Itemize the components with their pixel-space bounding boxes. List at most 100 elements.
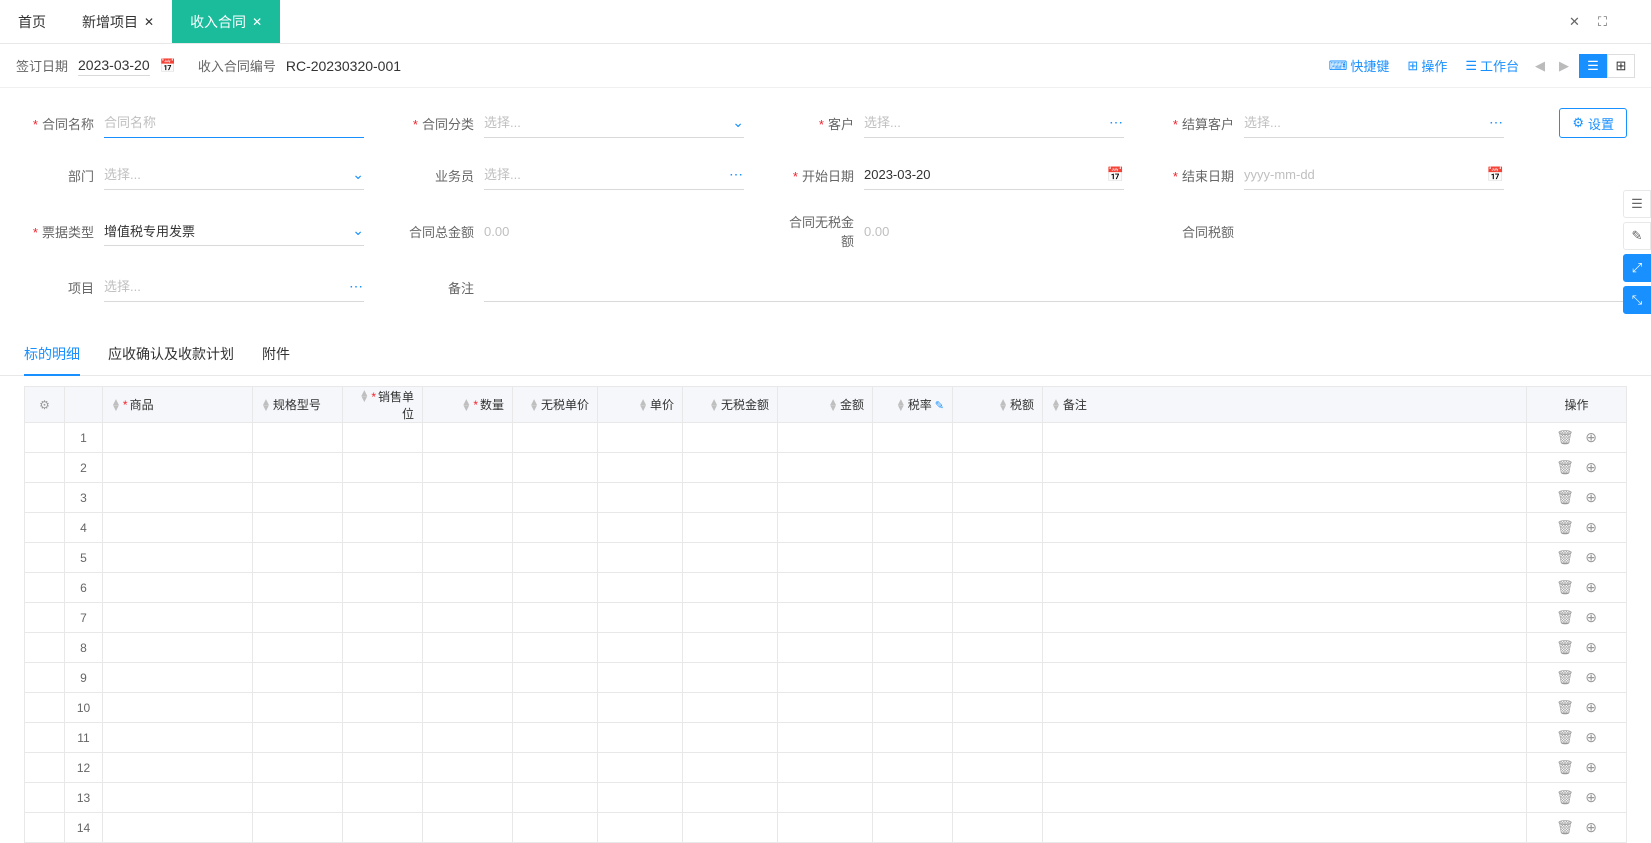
invoice-type-select[interactable]	[104, 223, 352, 238]
close-icon[interactable]: ✕	[252, 15, 262, 29]
col-amount-no-tax[interactable]: ▲▼无税金额	[683, 387, 778, 423]
add-row-icon[interactable]: ⊕	[1585, 609, 1597, 625]
workbench-link[interactable]: ☰工作台	[1459, 56, 1525, 75]
add-row-icon[interactable]: ⊕	[1585, 489, 1597, 505]
col-remark[interactable]: ▲▼备注	[1043, 387, 1527, 423]
sub-tab-details[interactable]: 标的明细	[24, 334, 80, 376]
delete-row-icon[interactable]: 🗑	[1556, 819, 1574, 835]
delete-row-icon[interactable]: 🗑	[1556, 729, 1574, 745]
close-icon[interactable]: ✕	[144, 15, 154, 29]
sort-icon[interactable]: ▲▼	[1051, 400, 1061, 412]
delete-row-icon[interactable]: 🗑	[1556, 489, 1574, 505]
close-all-icon[interactable]: ✕	[1565, 10, 1584, 34]
sort-icon[interactable]: ▲▼	[261, 400, 271, 412]
salesperson-select[interactable]	[484, 167, 729, 182]
end-date-input[interactable]	[1244, 167, 1487, 182]
table-row[interactable]: 11 🗑 ⊕	[25, 723, 1627, 753]
operation-link[interactable]: ⊞操作	[1401, 56, 1453, 75]
delete-row-icon[interactable]: 🗑	[1556, 519, 1574, 535]
sort-icon[interactable]: ▲▼	[529, 400, 539, 412]
chevron-down-icon[interactable]: ⌄	[352, 166, 364, 183]
sort-icon[interactable]: ▲▼	[359, 391, 369, 403]
shortcut-link[interactable]: ⌨快捷键	[1323, 56, 1396, 75]
tab-income-contract[interactable]: 收入合同✕	[172, 0, 280, 43]
more-icon[interactable]: ⋯	[729, 166, 744, 183]
tab-new-project[interactable]: 新增项目✕	[64, 0, 172, 43]
side-btn-3[interactable]: ⤢	[1623, 254, 1651, 282]
view-card-button[interactable]: ⊞	[1607, 54, 1635, 78]
add-row-icon[interactable]: ⊕	[1585, 729, 1597, 745]
sort-icon[interactable]: ▲▼	[111, 400, 121, 412]
add-row-icon[interactable]: ⊕	[1585, 429, 1597, 445]
sort-icon[interactable]: ▲▼	[828, 400, 838, 412]
customer-select[interactable]	[864, 115, 1109, 130]
more-icon[interactable]: ⋯	[349, 278, 364, 295]
more-icon[interactable]: ⋯	[1489, 114, 1504, 131]
side-btn-2[interactable]: ✎	[1623, 222, 1651, 250]
prev-icon[interactable]: ◀	[1531, 58, 1549, 74]
col-unit[interactable]: ▲▼销售单位	[343, 387, 423, 423]
col-spec[interactable]: ▲▼规格型号	[253, 387, 343, 423]
add-row-icon[interactable]: ⊕	[1585, 459, 1597, 475]
delete-row-icon[interactable]: 🗑	[1556, 699, 1574, 715]
tab-home[interactable]: 首页	[0, 0, 64, 43]
table-row[interactable]: 4 🗑 ⊕	[25, 513, 1627, 543]
table-row[interactable]: 1 🗑 ⊕	[25, 423, 1627, 453]
delete-row-icon[interactable]: 🗑	[1556, 549, 1574, 565]
delete-row-icon[interactable]: 🗑	[1556, 429, 1574, 445]
sub-tab-attachment[interactable]: 附件	[262, 334, 290, 375]
add-row-icon[interactable]: ⊕	[1585, 549, 1597, 565]
delete-row-icon[interactable]: 🗑	[1556, 639, 1574, 655]
add-row-icon[interactable]: ⊕	[1585, 789, 1597, 805]
table-row[interactable]: 6 🗑 ⊕	[25, 573, 1627, 603]
table-row[interactable]: 2 🗑 ⊕	[25, 453, 1627, 483]
col-price[interactable]: ▲▼单价	[598, 387, 683, 423]
col-tax[interactable]: ▲▼税额	[953, 387, 1043, 423]
edit-icon[interactable]: ✎	[935, 400, 944, 412]
col-qty[interactable]: ▲▼数量	[423, 387, 513, 423]
chevron-down-icon[interactable]: ⌄	[732, 114, 744, 131]
add-row-icon[interactable]: ⊕	[1585, 639, 1597, 655]
table-row[interactable]: 5 🗑 ⊕	[25, 543, 1627, 573]
contract-name-input[interactable]	[104, 115, 364, 130]
next-icon[interactable]: ▶	[1555, 58, 1573, 74]
sub-tab-receivable[interactable]: 应收确认及收款计划	[108, 334, 234, 375]
sort-icon[interactable]: ▲▼	[461, 400, 471, 412]
add-row-icon[interactable]: ⊕	[1585, 519, 1597, 535]
col-amount[interactable]: ▲▼金额	[778, 387, 873, 423]
department-select[interactable]	[104, 167, 352, 182]
col-price-no-tax[interactable]: ▲▼无税单价	[513, 387, 598, 423]
delete-row-icon[interactable]: 🗑	[1556, 789, 1574, 805]
table-row[interactable]: 13 🗑 ⊕	[25, 783, 1627, 813]
remark-input[interactable]	[484, 279, 1627, 294]
col-product[interactable]: ▲▼商品	[103, 387, 253, 423]
settings-button[interactable]: ⚙设置	[1559, 108, 1627, 138]
table-row[interactable]: 14 🗑 ⊕	[25, 813, 1627, 843]
delete-row-icon[interactable]: 🗑	[1556, 669, 1574, 685]
table-row[interactable]: 10 🗑 ⊕	[25, 693, 1627, 723]
table-row[interactable]: 8 🗑 ⊕	[25, 633, 1627, 663]
add-row-icon[interactable]: ⊕	[1585, 669, 1597, 685]
start-date-input[interactable]	[864, 167, 1107, 182]
sort-icon[interactable]: ▲▼	[998, 400, 1008, 412]
table-row[interactable]: 7 🗑 ⊕	[25, 603, 1627, 633]
add-row-icon[interactable]: ⊕	[1585, 579, 1597, 595]
table-row[interactable]: 12 🗑 ⊕	[25, 753, 1627, 783]
add-row-icon[interactable]: ⊕	[1585, 819, 1597, 835]
table-row[interactable]: 9 🗑 ⊕	[25, 663, 1627, 693]
delete-row-icon[interactable]: 🗑	[1556, 759, 1574, 775]
sign-date-value[interactable]: 2023-03-20	[78, 55, 150, 76]
add-row-icon[interactable]: ⊕	[1585, 759, 1597, 775]
table-row[interactable]: 3 🗑 ⊕	[25, 483, 1627, 513]
delete-row-icon[interactable]: 🗑	[1556, 459, 1574, 475]
fullscreen-icon[interactable]: ⛶	[1594, 10, 1611, 34]
calendar-icon[interactable]: 📅	[1107, 166, 1124, 183]
sort-icon[interactable]: ▲▼	[896, 400, 906, 412]
settlement-customer-select[interactable]	[1244, 115, 1489, 130]
side-btn-4[interactable]: ⤡	[1623, 286, 1651, 314]
calendar-icon[interactable]: 📅	[160, 58, 176, 74]
add-row-icon[interactable]: ⊕	[1585, 699, 1597, 715]
view-list-button[interactable]: ☰	[1579, 54, 1607, 78]
contract-category-select[interactable]	[484, 115, 732, 130]
chevron-down-icon[interactable]: ⌄	[352, 222, 364, 239]
